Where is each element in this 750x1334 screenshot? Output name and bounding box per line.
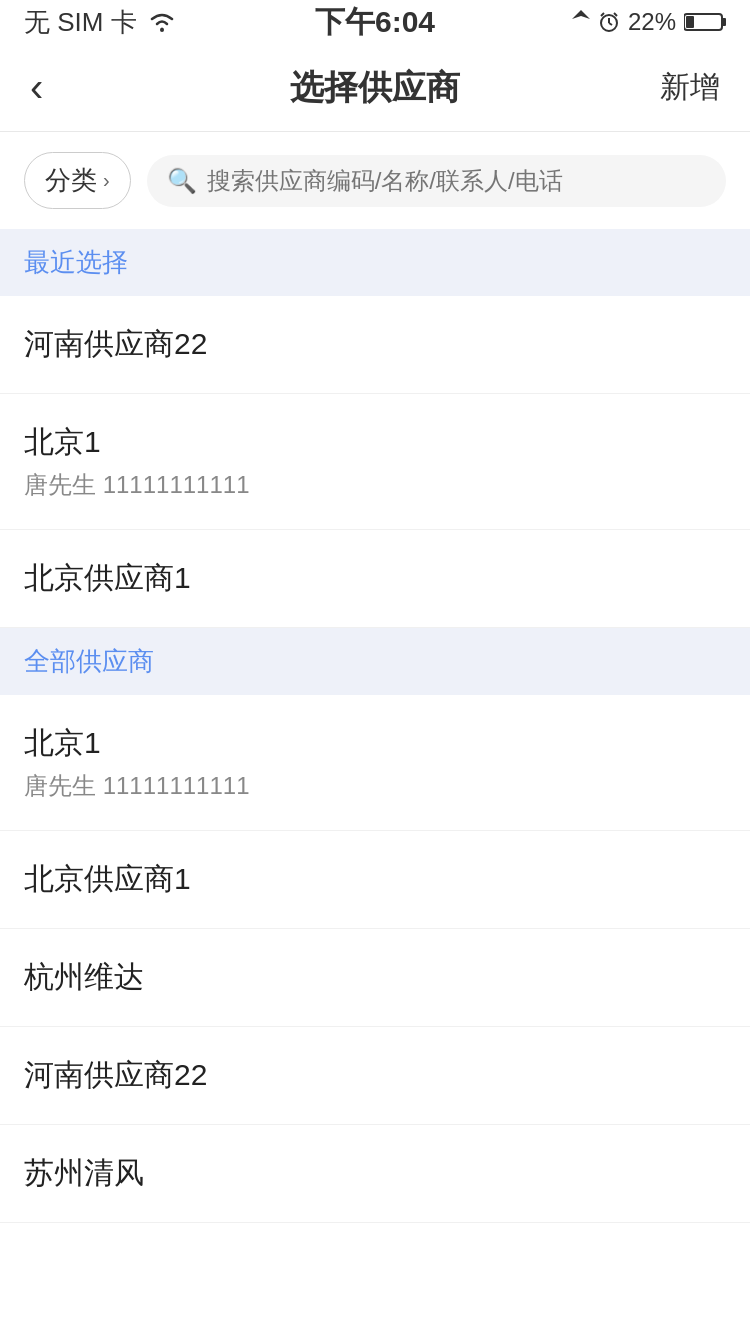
page-title: 选择供应商: [290, 65, 460, 111]
list-item[interactable]: 杭州维达: [0, 929, 750, 1027]
item-name: 北京供应商1: [24, 558, 726, 599]
all-section-label: 全部供应商: [24, 646, 154, 676]
recent-section-label: 最近选择: [24, 247, 128, 277]
wifi-icon: [147, 11, 177, 33]
search-icon: 🔍: [167, 167, 197, 195]
back-button[interactable]: ‹: [30, 65, 110, 110]
all-items-list: 北京1 唐先生 11111111111 北京供应商1 杭州维达河南供应商22 苏州清…: [0, 695, 750, 1223]
item-name: 北京1: [24, 723, 726, 764]
category-label: 分类: [45, 163, 97, 198]
add-button[interactable]: 新增: [640, 67, 720, 108]
item-sub: 唐先生 11111111111: [24, 770, 726, 802]
alarm-icon: [598, 11, 620, 33]
chevron-right-icon: ›: [103, 169, 110, 192]
nav-bar: ‹ 选择供应商 新增: [0, 44, 750, 132]
list-item[interactable]: 河南供应商22: [0, 1027, 750, 1125]
location-icon: [572, 10, 590, 34]
status-right: 22%: [572, 8, 726, 36]
svg-line-3: [609, 23, 612, 25]
svg-point-0: [160, 28, 164, 32]
item-name: 河南供应商22: [24, 324, 726, 365]
list-item[interactable]: 北京供应商1: [0, 831, 750, 929]
search-bar[interactable]: 🔍: [147, 155, 726, 207]
svg-line-4: [601, 13, 604, 16]
search-input[interactable]: [207, 167, 706, 195]
status-bar: 无 SIM 卡 下午6:04 22%: [0, 0, 750, 44]
item-name: 杭州维达: [24, 957, 726, 998]
recent-items-list: 河南供应商22 北京1 唐先生 11111111111 北京供应商1: [0, 296, 750, 628]
list-item[interactable]: 河南供应商22: [0, 296, 750, 394]
item-name: 北京1: [24, 422, 726, 463]
list-item[interactable]: 北京供应商1: [0, 530, 750, 628]
item-name: 苏州清风: [24, 1153, 726, 1194]
svg-rect-7: [722, 18, 726, 26]
battery-icon: [684, 11, 726, 33]
item-name: 北京供应商1: [24, 859, 726, 900]
no-sim-label: 无 SIM 卡: [24, 5, 137, 40]
status-time: 下午6:04: [315, 2, 435, 43]
battery-percentage: 22%: [628, 8, 676, 36]
item-sub: 唐先生 11111111111: [24, 469, 726, 501]
list-item[interactable]: 北京1 唐先生 11111111111: [0, 695, 750, 831]
svg-rect-8: [686, 16, 694, 28]
filter-row: 分类 › 🔍: [0, 132, 750, 229]
svg-line-5: [614, 13, 617, 16]
status-left: 无 SIM 卡: [24, 5, 177, 40]
recent-section-header: 最近选择: [0, 229, 750, 296]
category-button[interactable]: 分类 ›: [24, 152, 131, 209]
list-item[interactable]: 苏州清风: [0, 1125, 750, 1223]
item-name: 河南供应商22: [24, 1055, 726, 1096]
list-item[interactable]: 北京1 唐先生 11111111111: [0, 394, 750, 530]
all-section-header: 全部供应商: [0, 628, 750, 695]
